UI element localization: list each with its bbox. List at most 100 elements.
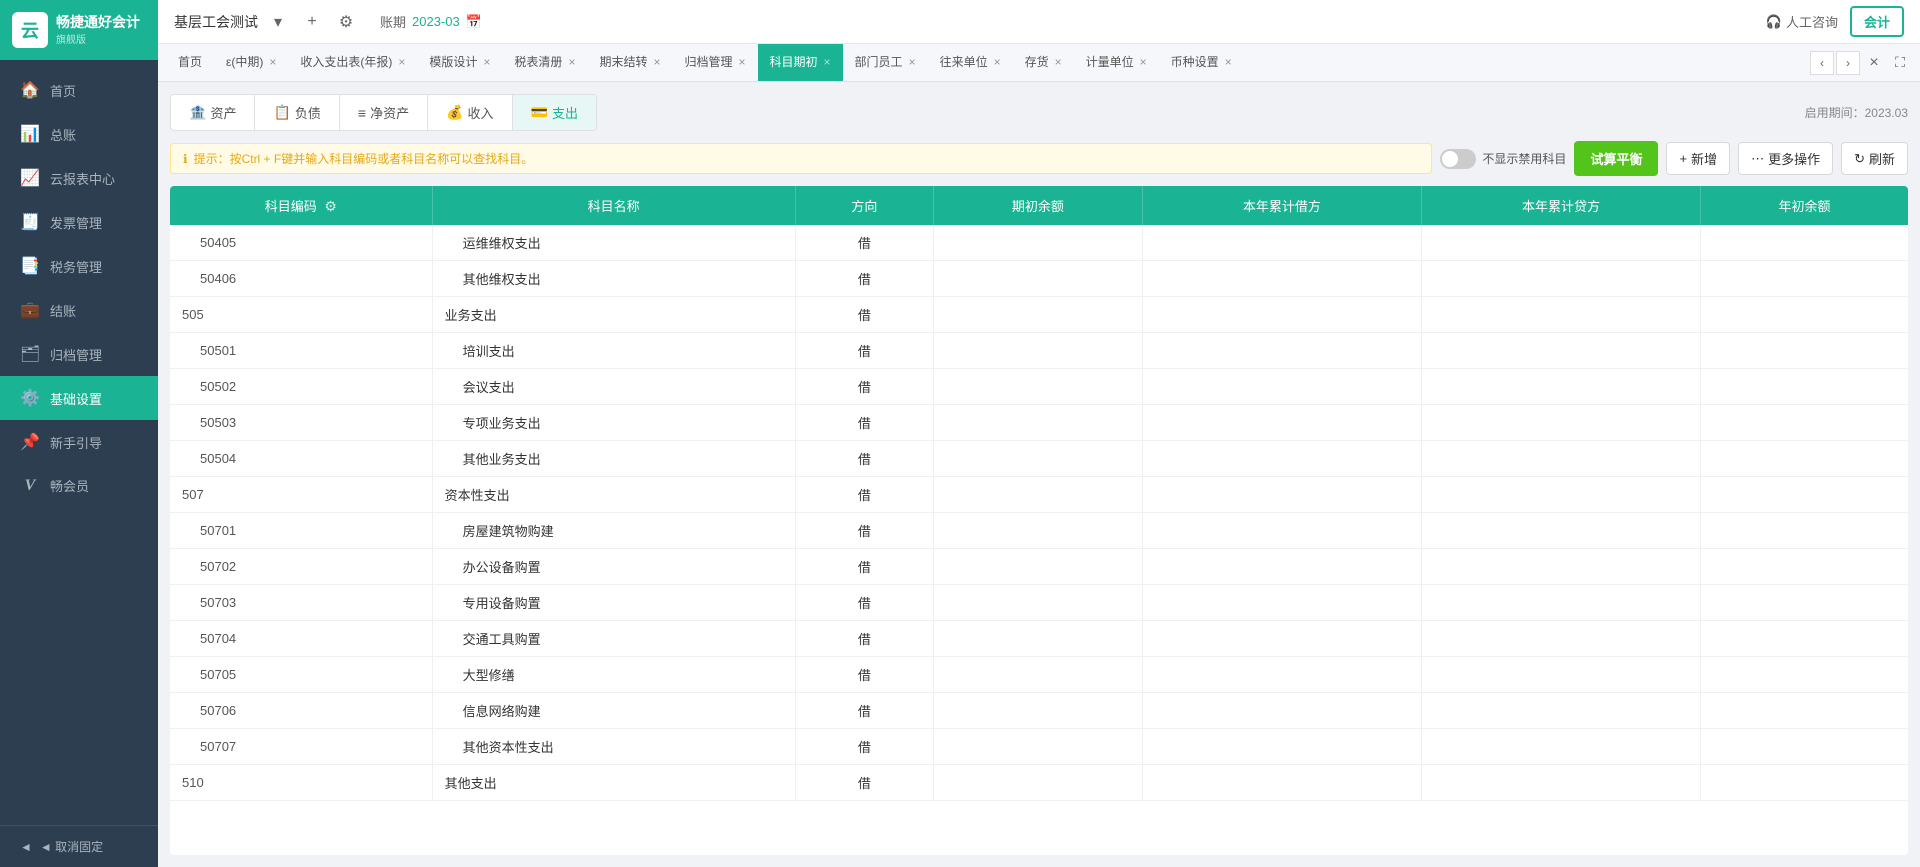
add-btn[interactable]: + 新增 (1666, 142, 1730, 175)
toggle-container: 不显示禁用科目 (1440, 149, 1566, 169)
tab-inventory[interactable]: 存货 × (1013, 44, 1074, 82)
sidebar-item-guide[interactable]: 📌 新手引导 (0, 420, 158, 464)
tab-label: 部门员工 (855, 53, 903, 70)
table-row[interactable]: 505 业务支出 借 (170, 297, 1908, 333)
tab-close-icon[interactable]: × (568, 55, 575, 69)
subtab-assets[interactable]: 🏦 资产 (171, 95, 255, 130)
cell-credit (1421, 333, 1700, 369)
subtab-income[interactable]: 💰 收入 (428, 95, 512, 130)
toggle-label: 不显示禁用科目 (1482, 150, 1566, 167)
netassets-icon: ≡ (358, 105, 366, 121)
tab-template[interactable]: 模版设计 × (417, 44, 502, 82)
cell-opening (934, 657, 1143, 693)
tab-close-all-btn[interactable]: × (1862, 51, 1886, 75)
tab-label: 模版设计 (429, 53, 477, 70)
cell-name: 房屋建筑物购建 (432, 513, 795, 549)
tab-close-icon[interactable]: × (1055, 55, 1062, 69)
table-row[interactable]: 50405 运维维权支出 借 (170, 225, 1908, 261)
sidebar-item-settings[interactable]: ⚙️ 基础设置 (0, 376, 158, 420)
tab-close-icon[interactable]: × (1140, 55, 1147, 69)
sidebar-item-tax[interactable]: 📑 税务管理 (0, 244, 158, 288)
col-settings-icon[interactable]: ⚙ (324, 198, 337, 214)
tab-contacts[interactable]: 往来单位 × (928, 44, 1013, 82)
tab-annual[interactable]: 收入支出表(年报) × (288, 44, 417, 82)
tab-closing[interactable]: 期末结转 × (587, 44, 672, 82)
refresh-btn[interactable]: ↻ 刷新 (1841, 142, 1908, 175)
tab-close-icon[interactable]: × (739, 55, 746, 69)
table-row[interactable]: 50701 房屋建筑物购建 借 (170, 513, 1908, 549)
service-btn[interactable]: 🎧 人工咨询 (1766, 12, 1838, 31)
account-btn[interactable]: 会计 (1850, 6, 1904, 37)
table-row[interactable]: 50704 交通工具购置 借 (170, 621, 1908, 657)
tab-taxlist[interactable]: 税表清册 × (502, 44, 587, 82)
sidebar-item-closing[interactable]: 💼 结账 (0, 288, 158, 332)
cell-name: 其他业务支出 (432, 441, 795, 477)
cell-debit (1142, 657, 1421, 693)
tab-close-icon[interactable]: × (483, 55, 490, 69)
tab-units[interactable]: 计量单位 × (1074, 44, 1159, 82)
tab-close-icon[interactable]: × (398, 55, 405, 69)
sidebar-item-ledger[interactable]: 📊 总账 (0, 112, 158, 156)
balance-btn[interactable]: 试算平衡 (1574, 141, 1658, 176)
subtab-netassets[interactable]: ≡ 净资产 (340, 95, 428, 130)
info-icon: ℹ (183, 152, 188, 166)
table-row[interactable]: 50504 其他业务支出 借 (170, 441, 1908, 477)
table-row[interactable]: 50406 其他维权支出 借 (170, 261, 1908, 297)
tab-prev-btn[interactable]: ‹ (1810, 51, 1834, 75)
add-company-btn[interactable]: + (298, 8, 326, 36)
sidebar-item-invoice[interactable]: 🧾 发票管理 (0, 200, 158, 244)
tab-close-icon[interactable]: × (824, 55, 831, 69)
cell-code: 50701 (170, 513, 432, 549)
cell-yearstart (1701, 729, 1908, 765)
calendar-icon[interactable]: 📅 (466, 14, 482, 30)
tab-currency[interactable]: 币种设置 × (1159, 44, 1244, 82)
subject-table: 科目编码 ⚙ 科目名称 方向 期初余额 本年累计借方 本年累计贷方 年初余额 (170, 186, 1908, 801)
sidebar-item-archive[interactable]: 🗂 归档管理 (0, 332, 158, 376)
settings-btn[interactable]: ⚙ (332, 8, 360, 36)
table-scroll-area[interactable]: 科目编码 ⚙ 科目名称 方向 期初余额 本年累计借方 本年累计贷方 年初余额 (170, 186, 1908, 855)
cell-debit (1142, 693, 1421, 729)
tab-label: 期末结转 (599, 53, 647, 70)
tab-home[interactable]: 首页 (166, 44, 214, 82)
table-row[interactable]: 50706 信息网络购建 借 (170, 693, 1908, 729)
cell-code: 50504 (170, 441, 432, 477)
tab-close-icon[interactable]: × (269, 55, 276, 69)
sidebar-item-label: 归档管理 (50, 345, 102, 364)
col-direction: 方向 (795, 186, 933, 225)
tab-archive[interactable]: 归档管理 × (672, 44, 757, 82)
tab-midterm[interactable]: ε(中期) × (214, 44, 288, 82)
cell-opening (934, 549, 1143, 585)
table-row[interactable]: 50501 培训支出 借 (170, 333, 1908, 369)
cell-debit (1142, 405, 1421, 441)
table-row[interactable]: 50503 专项业务支出 借 (170, 405, 1908, 441)
table-row[interactable]: 50703 专用设备购置 借 (170, 585, 1908, 621)
tab-close-icon[interactable]: × (1225, 55, 1232, 69)
tab-close-icon[interactable]: × (994, 55, 1001, 69)
tab-close-icon[interactable]: × (653, 55, 660, 69)
tab-dept[interactable]: 部门员工 × (843, 44, 928, 82)
sidebar-item-reports[interactable]: 📈 云报表中心 (0, 156, 158, 200)
disabled-toggle[interactable] (1440, 149, 1476, 169)
more-btn[interactable]: ⋯ 更多操作 (1738, 142, 1833, 175)
sidebar-collapse-btn[interactable]: ◄ ◄ 取消固定 (0, 825, 158, 867)
table-row[interactable]: 50702 办公设备购置 借 (170, 549, 1908, 585)
company-dropdown-btn[interactable]: ▾ (264, 8, 292, 36)
cell-yearstart (1701, 261, 1908, 297)
cell-direction: 借 (795, 477, 933, 513)
table-row[interactable]: 510 其他支出 借 (170, 765, 1908, 801)
table-row[interactable]: 50707 其他资本性支出 借 (170, 729, 1908, 765)
cell-yearstart (1701, 693, 1908, 729)
tab-close-icon[interactable]: × (909, 55, 916, 69)
tab-next-btn[interactable]: › (1836, 51, 1860, 75)
sidebar-item-home[interactable]: 🏠 首页 (0, 68, 158, 112)
table-row[interactable]: 50705 大型修缮 借 (170, 657, 1908, 693)
tab-subject-init[interactable]: 科目期初 × (758, 44, 843, 82)
table-row[interactable]: 507 资本性支出 借 (170, 477, 1908, 513)
tab-expand-btn[interactable]: ⛶ (1888, 51, 1912, 75)
cell-name: 办公设备购置 (432, 549, 795, 585)
table-row[interactable]: 50502 会议支出 借 (170, 369, 1908, 405)
subtab-liabilities[interactable]: 📋 负债 (255, 95, 339, 130)
sidebar-item-member[interactable]: V 畅会员 (0, 464, 158, 507)
subtab-expense[interactable]: 💳 支出 (513, 95, 596, 130)
cell-name: 运维维权支出 (432, 225, 795, 261)
